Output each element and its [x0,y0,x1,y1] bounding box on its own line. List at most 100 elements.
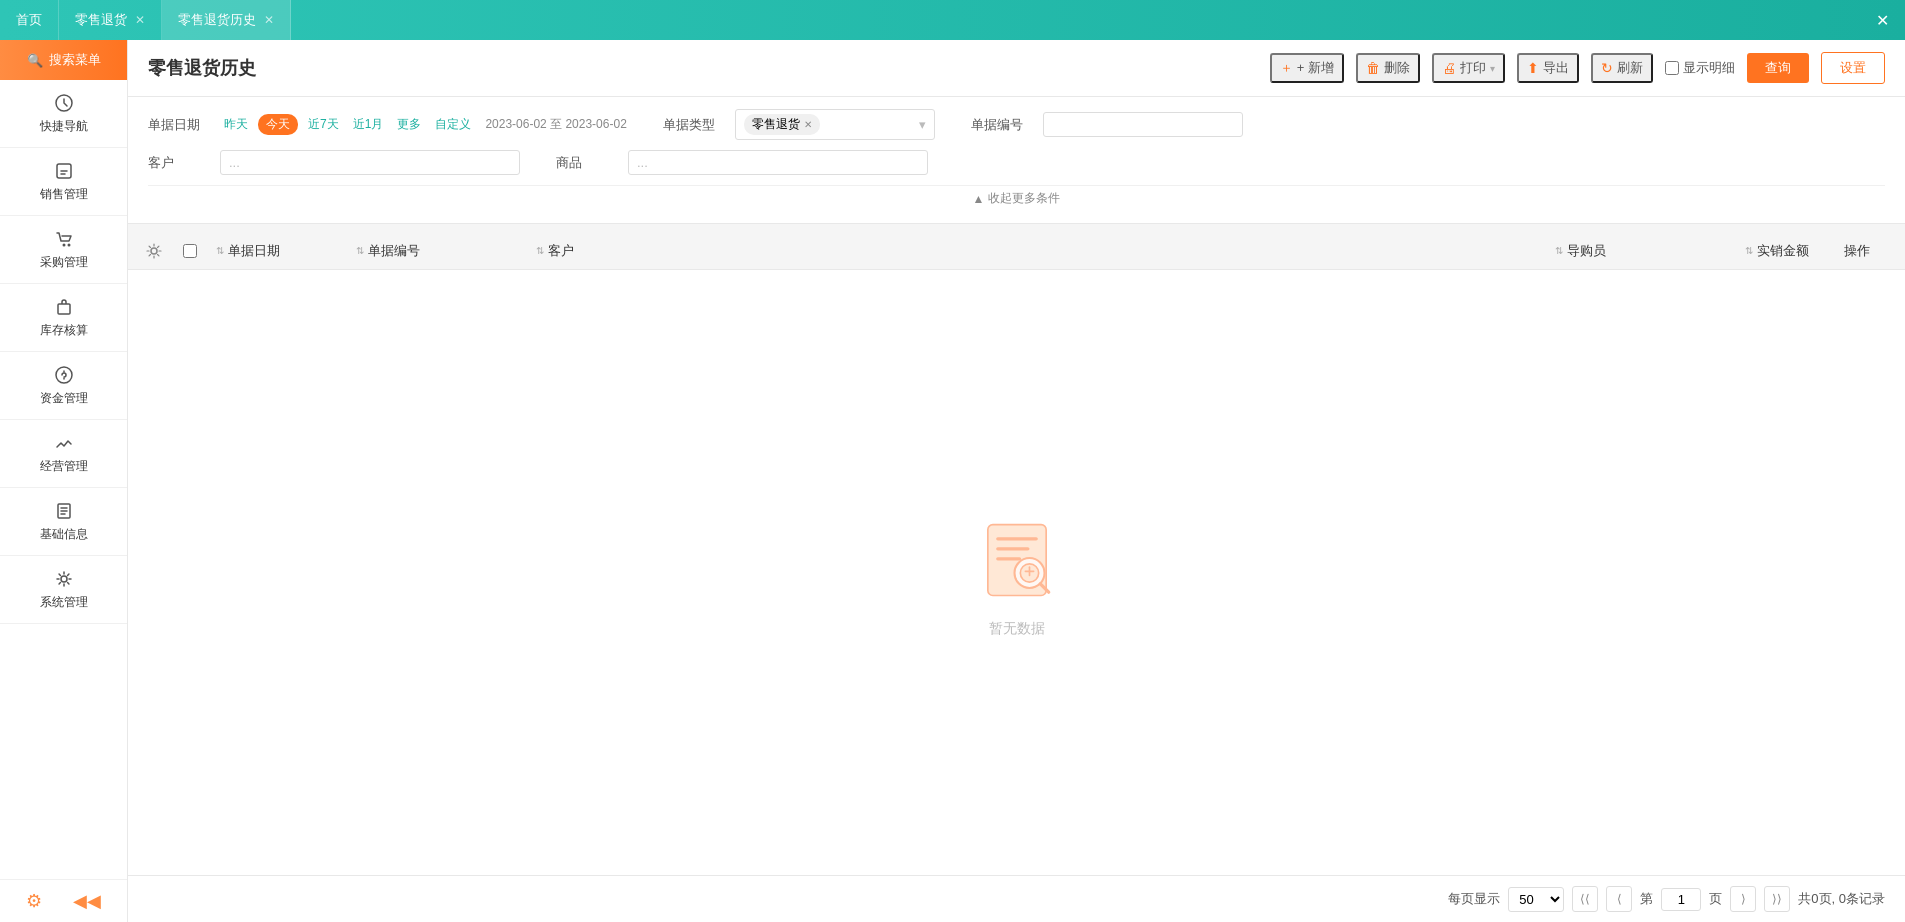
display-detail-input[interactable] [1665,61,1679,75]
inventory-icon [53,296,75,318]
new-button[interactable]: ＋ + 新增 [1270,53,1344,83]
doc-num-filter-label: 单据编号 [971,116,1027,134]
th-amount[interactable]: ⇅ 实销金额 [1697,242,1817,260]
tab-home-label: 首页 [16,11,42,29]
pagination: 每页显示 50 10 20 100 ⟨⟨ ⟨ 第 页 ⟩ ⟩⟩ 共0页, 0条记… [128,875,1905,922]
delete-icon: 🗑 [1366,60,1380,76]
sidebar: 🔍 搜索菜单 快捷导航 销售管理 采购管理 库存核算 [0,40,128,922]
collapse-icon: ▲ [973,192,985,206]
sidebar-mute-button[interactable]: ◀◀ [73,890,101,912]
th-date[interactable]: ⇅ 单据日期 [208,242,348,260]
tab-retail-return[interactable]: 零售退货 ✕ [59,0,162,40]
sort-customer-icon: ⇅ [536,245,544,256]
th-guide-label: 导购员 [1567,242,1606,260]
export-button[interactable]: ⬆ 导出 [1517,53,1579,83]
sort-num-icon: ⇅ [356,245,364,256]
first-page-button[interactable]: ⟨⟨ [1572,886,1598,912]
tab-retail-return-close[interactable]: ✕ [135,13,145,27]
date-opt-today[interactable]: 今天 [258,114,298,135]
display-detail-label: 显示明细 [1683,59,1735,77]
sidebar-item-inventory[interactable]: 库存核算 [0,284,127,352]
th-settings[interactable] [136,243,172,259]
goods-select[interactable]: ... [628,150,928,175]
page-number-input[interactable] [1661,888,1701,911]
sidebar-item-operations-label: 经营管理 [40,458,88,475]
display-detail-checkbox[interactable]: 显示明细 [1665,59,1735,77]
sidebar-item-finance[interactable]: 资金管理 [0,352,127,420]
refresh-button[interactable]: ↻ 刷新 [1591,53,1653,83]
finance-icon [53,364,75,386]
empty-state-text: 暂无数据 [989,620,1045,638]
sidebar-item-quick-nav[interactable]: 快捷导航 [0,80,127,148]
settings-button[interactable]: 设置 [1821,52,1885,84]
print-button[interactable]: 🖨 打印 ▾ [1432,53,1505,83]
sidebar-item-quick-nav-label: 快捷导航 [40,118,88,135]
sidebar-item-operations[interactable]: 经营管理 [0,420,127,488]
tab-home[interactable]: 首页 [0,0,59,40]
sidebar-gear-button[interactable]: ⚙ [26,890,42,912]
customer-placeholder: ... [229,155,240,170]
sidebar-item-sys-mgmt[interactable]: 系统管理 [0,556,127,624]
per-page-select[interactable]: 50 10 20 100 [1508,887,1564,912]
content-area: 零售退货历史 ＋ + 新增 🗑 删除 🖨 打印 ▾ ⬆ 导出 [128,40,1905,922]
goods-placeholder: ... [637,155,648,170]
base-info-icon [53,500,75,522]
customer-select[interactable]: ... [220,150,520,175]
th-action: 操作 [1817,242,1897,260]
doc-type-select[interactable]: 零售退货 ✕ ▾ [735,109,935,140]
th-guide[interactable]: ⇅ 导购员 [1547,242,1697,260]
next-page-button[interactable]: ⟩ [1730,886,1756,912]
date-options: 昨天 今天 近7天 近1月 更多 自定义 2023-06-02 至 2023-0… [220,114,627,135]
page-suffix: 页 [1709,890,1722,908]
svg-point-2 [62,244,65,247]
tab-retail-return-history[interactable]: 零售退货历史 ✕ [162,0,291,40]
print-dropdown-icon: ▾ [1490,63,1495,74]
query-button[interactable]: 查询 [1747,53,1809,83]
sidebar-item-base-info[interactable]: 基础信息 [0,488,127,556]
sidebar-bottom: ⚙ ◀◀ [0,879,127,922]
delete-button[interactable]: 🗑 删除 [1356,53,1420,83]
doc-type-tag-remove[interactable]: ✕ [804,119,812,130]
sidebar-search[interactable]: 🔍 搜索菜单 [0,40,127,80]
date-opt-more[interactable]: 更多 [393,114,425,135]
window-close-button[interactable]: ✕ [1860,11,1905,30]
print-label: 打印 [1460,59,1486,77]
collapse-filter-button[interactable]: ▲ 收起更多条件 [148,185,1885,211]
last-page-button[interactable]: ⟩⟩ [1764,886,1790,912]
top-bar: 首页 零售退货 ✕ 零售退货历史 ✕ ✕ [0,0,1905,40]
sidebar-search-label: 搜索菜单 [49,51,101,69]
filter-area: 单据日期 昨天 今天 近7天 近1月 更多 自定义 2023-06-02 至 2… [128,97,1905,224]
tab-retail-return-history-close[interactable]: ✕ [264,13,274,27]
date-opt-yesterday[interactable]: 昨天 [220,114,252,135]
sort-date-icon: ⇅ [216,245,224,256]
th-num[interactable]: ⇅ 单据编号 [348,242,528,260]
prev-page-button[interactable]: ⟨ [1606,886,1632,912]
doc-type-dropdown-icon: ▾ [919,117,926,132]
sort-amount-icon: ⇅ [1745,245,1753,256]
sys-mgmt-icon [53,568,75,590]
sidebar-item-finance-label: 资金管理 [40,390,88,407]
th-customer[interactable]: ⇅ 客户 [528,242,1547,260]
sidebar-item-purchase-mgmt[interactable]: 采购管理 [0,216,127,284]
select-all-checkbox[interactable] [183,244,197,258]
th-amount-label: 实销金额 [1757,242,1809,260]
date-opt-custom[interactable]: 自定义 [431,114,475,135]
table-wrapper: ⇅ 单据日期 ⇅ 单据编号 ⇅ 客户 ⇅ 导购员 ⇅ 实销金额 [128,232,1905,922]
sidebar-item-sys-mgmt-label: 系统管理 [40,594,88,611]
svg-point-3 [67,244,70,247]
new-label: + 新增 [1297,59,1334,77]
collapse-label: 收起更多条件 [988,190,1060,207]
per-page-label: 每页显示 [1448,890,1500,908]
refresh-label: 刷新 [1617,59,1643,77]
print-icon: 🖨 [1442,60,1456,76]
date-range-display: 2023-06-02 至 2023-06-02 [485,116,626,133]
sidebar-item-inventory-label: 库存核算 [40,322,88,339]
date-opt-7days[interactable]: 近7天 [304,114,343,135]
th-check[interactable] [172,244,208,258]
doc-num-input[interactable] [1043,112,1243,137]
sort-guide-icon: ⇅ [1555,245,1563,256]
th-customer-label: 客户 [548,242,574,260]
sidebar-item-sales-mgmt[interactable]: 销售管理 [0,148,127,216]
date-opt-1month[interactable]: 近1月 [349,114,388,135]
doc-type-filter-label: 单据类型 [663,116,719,134]
